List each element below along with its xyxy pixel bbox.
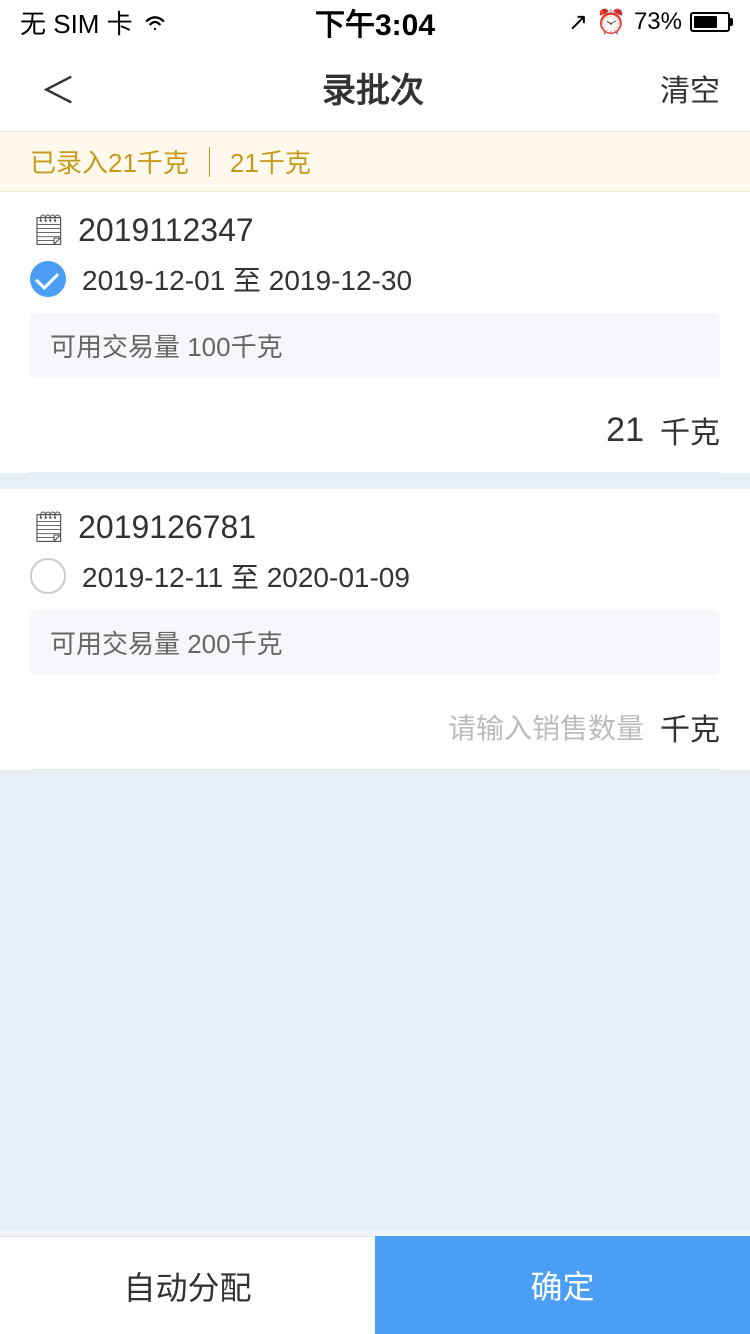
batch-1-number: 2019112347 bbox=[78, 212, 254, 249]
status-left: 无 SIM 卡 bbox=[20, 4, 169, 41]
status-bar: 无 SIM 卡 下午3:04 ↗ ⏰ 73% bbox=[0, 0, 750, 44]
location-icon: ↗ bbox=[568, 8, 588, 37]
auto-distribute-button[interactable]: 自动分配 bbox=[0, 1236, 375, 1334]
batch-1-date-row: 2019-12-01 至 2019-12-30 bbox=[30, 259, 720, 299]
back-button[interactable]: ＜ bbox=[30, 52, 86, 124]
carrier-label: 无 SIM 卡 bbox=[20, 4, 133, 41]
section-divider-1 bbox=[0, 473, 750, 489]
banner-divider bbox=[209, 147, 210, 177]
batch-2-radio[interactable] bbox=[30, 558, 66, 594]
wifi-icon bbox=[141, 12, 169, 32]
clear-button[interactable]: 清空 bbox=[660, 66, 720, 110]
confirm-button[interactable]: 确定 bbox=[375, 1236, 750, 1334]
batch-1-quantity-row: 千克 bbox=[30, 392, 720, 473]
batch-2-available: 可用交易量 200千克 bbox=[30, 610, 720, 675]
status-right: ↗ ⏰ 73% bbox=[568, 8, 730, 37]
info-banner: 已录入21千克 21千克 bbox=[0, 132, 750, 192]
battery-icon bbox=[690, 12, 730, 32]
batch-1-quantity-input[interactable] bbox=[201, 411, 644, 450]
batch-1-date: 2019-12-01 至 2019-12-30 bbox=[82, 259, 412, 299]
batch-item-2: 🗒 2019126781 2019-12-11 至 2020-01-09 可用交… bbox=[0, 489, 750, 770]
batch-1-header: 🗒 2019112347 bbox=[30, 212, 720, 249]
status-time: 下午3:04 bbox=[315, 0, 435, 44]
batch-2-quantity-input[interactable] bbox=[201, 708, 644, 747]
empty-area bbox=[0, 770, 750, 1230]
battery-percent: 73% bbox=[634, 8, 682, 36]
batch-1-unit: 千克 bbox=[660, 408, 720, 452]
recorded-label: 已录入21千克 bbox=[30, 143, 189, 180]
recorded-value: 21千克 bbox=[230, 143, 311, 180]
page-title: 录批次 bbox=[322, 63, 424, 112]
batch-2-header: 🗒 2019126781 bbox=[30, 509, 720, 546]
batch-2-date: 2019-12-11 至 2020-01-09 bbox=[82, 556, 410, 596]
alarm-icon: ⏰ bbox=[596, 8, 626, 37]
batch-item-1: 🗒 2019112347 2019-12-01 至 2019-12-30 可用交… bbox=[0, 192, 750, 473]
batch-2-number: 2019126781 bbox=[78, 509, 256, 546]
batch-1-available: 可用交易量 100千克 bbox=[30, 313, 720, 378]
batch-1-icon: 🗒 bbox=[30, 213, 68, 248]
nav-bar: ＜ 录批次 清空 bbox=[0, 44, 750, 132]
batch-2-quantity-row: 千克 bbox=[30, 689, 720, 770]
batch-2-icon: 🗒 bbox=[30, 510, 68, 545]
batch-2-date-row: 2019-12-11 至 2020-01-09 bbox=[30, 556, 720, 596]
batch-1-radio[interactable] bbox=[30, 261, 66, 297]
batch-2-unit: 千克 bbox=[660, 705, 720, 749]
bottom-bar: 自动分配 确定 bbox=[0, 1236, 750, 1334]
